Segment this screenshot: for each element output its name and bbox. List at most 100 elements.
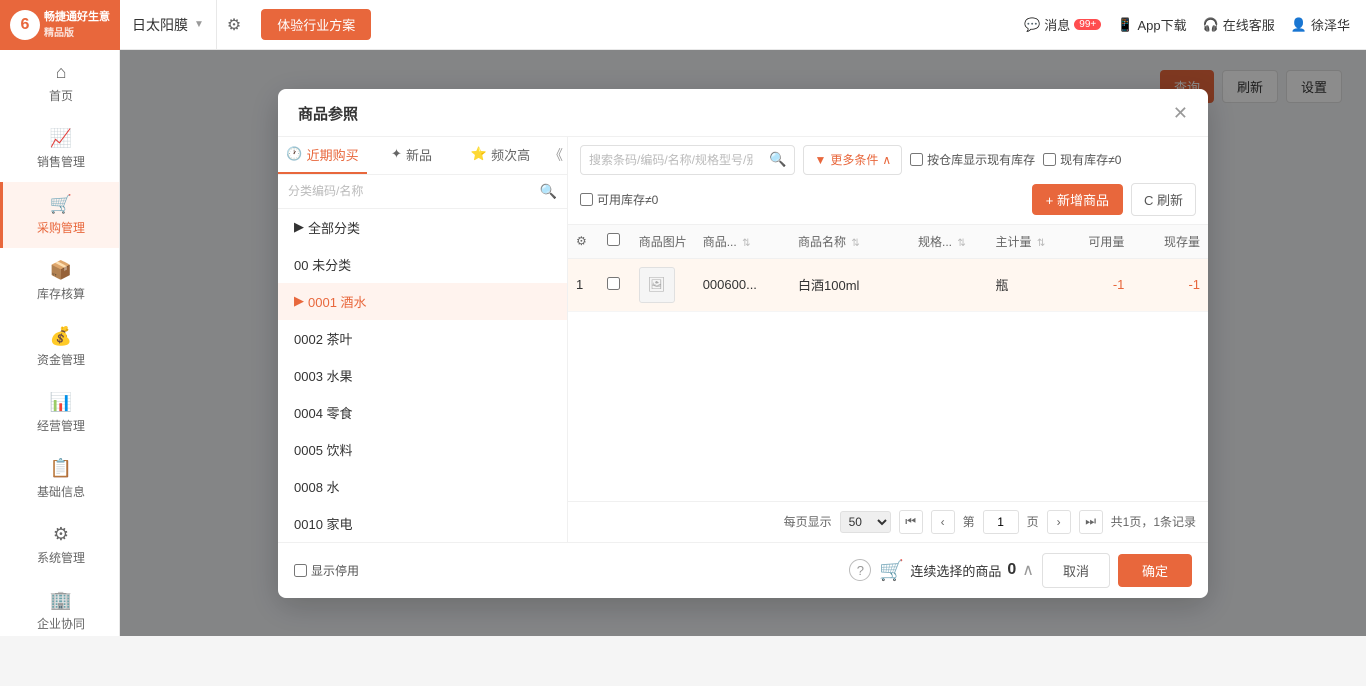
store-selector[interactable]: 日太阳膜 ▼ [120, 0, 217, 49]
show-disabled-label: 显示停用 [311, 562, 359, 579]
checkbox-avail-ne0[interactable]: 可用库存≠0 [580, 191, 658, 208]
cat-item-0003[interactable]: 0003 水果 [278, 357, 567, 394]
cart-expand-icon[interactable]: ∧ [1022, 560, 1034, 580]
cat-0003-label: 0003 水果 [294, 366, 353, 385]
cat-item-0010[interactable]: 0010 家电 [278, 505, 567, 542]
modal-footer: 显示停用 ? 🛒 连续选择的商品 0 ∧ 取消 确定 [278, 542, 1208, 598]
product-data-table: ⚙ 商品图片 商品... ⇅ [568, 225, 1208, 312]
confirm-button[interactable]: 确定 [1118, 554, 1192, 587]
settings-icon[interactable]: ⚙ [217, 15, 251, 35]
stock-ne0-checkbox[interactable] [1043, 153, 1056, 166]
first-page-button[interactable]: ⏮ [899, 510, 923, 534]
tab-recent[interactable]: 🕐 近期购买 [278, 137, 367, 174]
app-download-button[interactable]: 📱 App下载 [1117, 15, 1186, 34]
sidebar-item-operation[interactable]: 📊 经营管理 [0, 380, 119, 446]
next-page-button[interactable]: › [1047, 510, 1071, 534]
row-checkbox[interactable] [607, 277, 620, 290]
disabled-checkbox[interactable] [294, 564, 307, 577]
store-name: 日太阳膜 [132, 15, 188, 35]
sidebar-item-basic[interactable]: 📋 基础信息 [0, 446, 119, 512]
cat-item-00[interactable]: 00 未分类 [278, 246, 567, 283]
row-avail-cell: -1 [1057, 258, 1133, 311]
select-all-checkbox[interactable] [607, 233, 620, 246]
page-suffix: 页 [1027, 513, 1039, 530]
cart-section: 🛒 连续选择的商品 0 ∧ [879, 558, 1034, 583]
col-header-unit[interactable]: 主计量 ⇅ [987, 225, 1056, 259]
cat-item-all[interactable]: ▶ 全部分类 [278, 209, 567, 246]
col-header-name[interactable]: 商品名称 ⇅ [790, 225, 910, 259]
message-badge: 99+ [1074, 19, 1101, 30]
row-checkbox-cell [599, 258, 631, 311]
cancel-button[interactable]: 取消 [1042, 553, 1110, 588]
settings-col-icon[interactable]: ⚙ [576, 234, 587, 248]
prev-page-button[interactable]: ‹ [931, 510, 955, 534]
page-size-select[interactable]: 10 20 50 100 [840, 511, 891, 533]
col-header-code[interactable]: 商品... ⇅ [695, 225, 790, 259]
checkbox-by-warehouse[interactable]: 按仓库显示现有库存 [910, 151, 1035, 168]
avail-ne0-checkbox[interactable] [580, 193, 593, 206]
online-service-button[interactable]: 🎧 在线客服 [1203, 15, 1275, 34]
purchase-icon: 🛒 [50, 194, 72, 215]
cat-all-label: 全部分类 [308, 218, 360, 237]
show-disabled-checkbox[interactable]: 显示停用 [294, 562, 359, 579]
product-image: 🖼 [639, 267, 675, 303]
refresh-button[interactable]: C 刷新 [1131, 183, 1196, 216]
cat-item-0004[interactable]: 0004 零食 [278, 394, 567, 431]
category-tabs: 🕐 近期购买 ✦ 新品 ⭐ 频次高 《 [278, 137, 567, 175]
col-img-label: 商品图片 [639, 235, 687, 249]
page-number-input[interactable] [983, 510, 1019, 534]
help-icon[interactable]: ? [849, 559, 871, 581]
cat-item-0002[interactable]: 0002 茶叶 [278, 320, 567, 357]
sidebar-item-inventory[interactable]: 📦 库存核算 [0, 248, 119, 314]
message-icon: 💬 [1024, 17, 1040, 33]
tab-frequent[interactable]: ⭐ 频次高 [456, 137, 545, 174]
product-search-input[interactable] [581, 153, 761, 167]
sidebar-item-finance[interactable]: 💰 资金管理 [0, 314, 119, 380]
col-header-avail[interactable]: 可用量 [1057, 225, 1133, 259]
user-menu[interactable]: 👤 徐泽华 [1291, 15, 1350, 34]
tab-new[interactable]: ✦ 新品 [367, 137, 456, 174]
messages-button[interactable]: 💬 消息 99+ [1024, 15, 1101, 34]
sidebar-item-system[interactable]: ⚙ 系统管理 [0, 512, 119, 578]
search-icon[interactable]: 🔍 [540, 183, 557, 200]
cart-text: 连续选择的商品 [910, 561, 1001, 580]
cat-item-0005[interactable]: 0005 饮料 [278, 431, 567, 468]
product-search-box: 🔍 [580, 145, 795, 175]
sidebar-item-home-label: 首页 [49, 87, 73, 104]
add-product-button[interactable]: + 新增商品 [1032, 184, 1123, 215]
product-table: ⚙ 商品图片 商品... ⇅ [568, 225, 1208, 501]
collapse-panel-button[interactable]: 《 [545, 137, 567, 174]
col-stock-label: 现存量 [1164, 235, 1200, 249]
user-avatar: 👤 [1291, 17, 1307, 33]
sales-icon: 📈 [50, 128, 72, 149]
avail-ne0-label: 可用库存≠0 [597, 191, 658, 208]
sidebar-item-system-label: 系统管理 [37, 549, 85, 566]
inventory-icon: 📦 [50, 260, 72, 281]
last-page-button[interactable]: ⏭ [1079, 510, 1103, 534]
by-warehouse-checkbox[interactable] [910, 153, 923, 166]
table-row[interactable]: 1 🖼 000600... [568, 258, 1208, 311]
sort-code-icon: ⇅ [742, 238, 750, 249]
cat-item-0001[interactable]: ▶ 0001 酒水 [278, 283, 567, 320]
modal-close-icon[interactable]: ✕ [1173, 103, 1188, 124]
sidebar-item-home[interactable]: ⌂ 首页 [0, 50, 119, 116]
cart-icon[interactable]: 🛒 [879, 558, 904, 583]
col-header-spec[interactable]: 规格... ⇅ [910, 225, 987, 259]
trial-button[interactable]: 体验行业方案 [261, 9, 371, 40]
filter-label: 更多条件 [830, 151, 878, 168]
operation-icon: 📊 [50, 392, 72, 413]
tab-new-label: 新品 [406, 145, 432, 164]
expand-0001-icon: ▶ [294, 293, 304, 309]
filter-button[interactable]: ▼ 更多条件 ∧ [803, 145, 902, 175]
row-code: 000600... [703, 277, 757, 292]
checkbox-stock-ne0[interactable]: 现有库存≠0 [1043, 151, 1121, 168]
sidebar-item-enterprise[interactable]: 🏢 企业协同 [0, 578, 119, 636]
product-search-button[interactable]: 🔍 [761, 151, 794, 168]
cat-0010-label: 0010 家电 [294, 514, 353, 533]
category-search-input[interactable] [288, 184, 534, 198]
cat-item-0008[interactable]: 0008 水 [278, 468, 567, 505]
sidebar-item-sales[interactable]: 📈 销售管理 [0, 116, 119, 182]
sidebar-item-purchase[interactable]: 🛒 采购管理 [0, 182, 119, 248]
sidebar-item-basic-label: 基础信息 [37, 483, 85, 500]
sort-spec-icon: ⇅ [957, 238, 965, 249]
